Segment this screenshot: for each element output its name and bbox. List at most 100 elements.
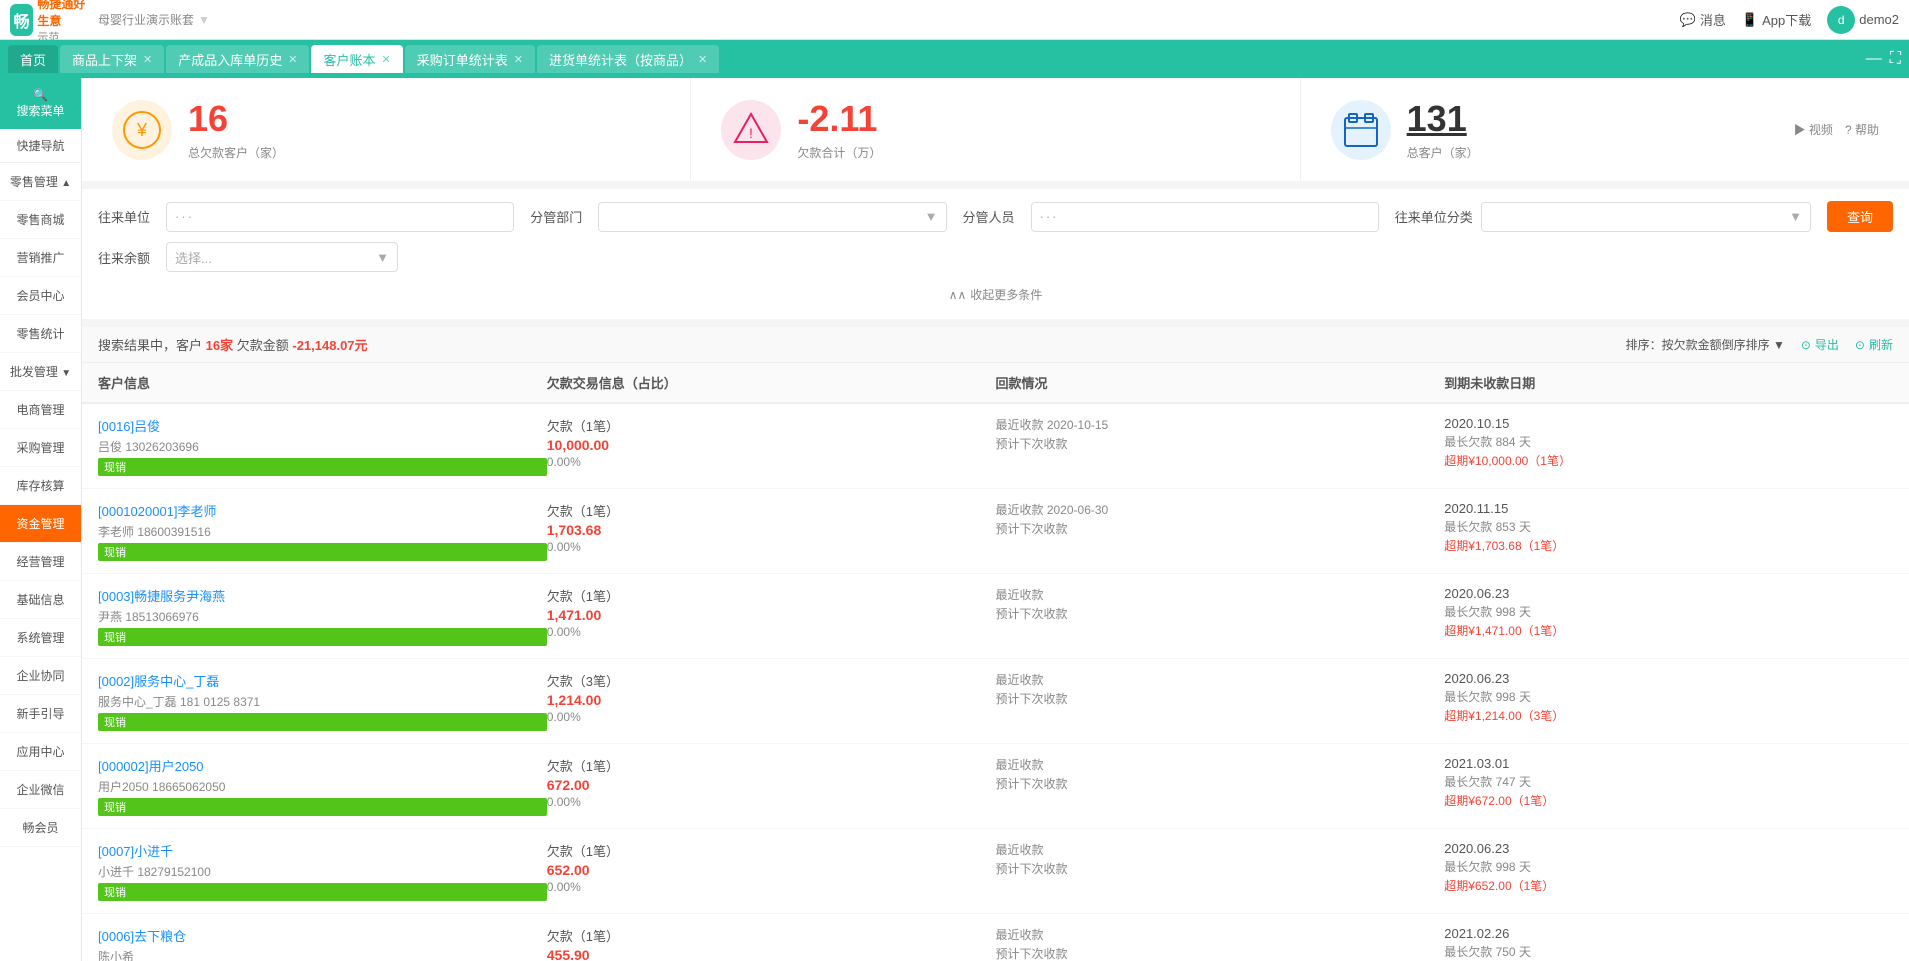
overdue-amount-link[interactable]: 超期¥1,703.68（1笔） [1444,537,1893,554]
sidebar-item-system[interactable]: 系统管理 [0,619,81,657]
close-icon[interactable]: ✕ [288,53,297,66]
user-menu[interactable]: d demo2 [1827,6,1899,34]
customer-name-link[interactable]: [0003]畅捷服务尹海燕 [98,586,547,605]
tab-product-offshelf[interactable]: 商品上下架 ✕ [60,45,164,73]
app-download-btn[interactable]: 📱 App下载 [1742,10,1811,29]
sidebar-item-retail-stats[interactable]: 零售统计 [0,315,81,353]
filter-row-2: 往来余额 选择... ▼ [98,242,398,272]
sidebar-item-enterprise-collab[interactable]: 企业协同 [0,657,81,695]
sidebar-item-basic-info[interactable]: 基础信息 [0,581,81,619]
results-bar: 搜索结果中，客户 16家 欠款金额 -21,148.07元 排序：按欠款金额倒序… [82,327,1909,363]
minimize-icon[interactable]: — [1866,50,1882,68]
due-date: 2021.02.26 [1444,926,1893,941]
sidebar-search-menu[interactable]: 🔍 搜索菜单 [0,78,81,129]
recovery-info: 最近收款 预计下次收款 [996,586,1445,622]
recovery-info: 最近收款 预计下次收款 [996,841,1445,877]
tab-purchase-order[interactable]: 采购订单统计表 ✕ [405,45,535,73]
close-icon[interactable]: ✕ [143,53,152,66]
stat-label-debt-total: 欠款合计（万） [797,144,881,161]
customer-name-link[interactable]: [0001020001]李老师 [98,501,547,520]
messages-btn[interactable]: 💬 消息 [1680,10,1726,29]
debt-info: 欠款（1笔） 652.00 0.00% [547,841,996,894]
filter-input-balance[interactable]: 选择... ▼ [166,242,398,272]
sidebar-quick-nav[interactable]: 快捷导航 [0,129,81,163]
maximize-icon[interactable]: ⛶ [1890,50,1901,68]
sidebar-item-ecommerce[interactable]: 电商管理 [0,391,81,429]
sidebar-item-marketing[interactable]: 营销推广 [0,239,81,277]
chevron-down-icon: ▼ [1789,209,1802,224]
sidebar-item-batch-mgmt[interactable]: 批发管理 ▼ [0,353,81,391]
search-button[interactable]: 查询 [1827,201,1893,232]
filter-item-manager: 分管人员 ··· [963,202,1379,232]
logo-text: 畅捷通好生意 [37,0,90,29]
overdue-amount-link[interactable]: 超期¥672.00（1笔） [1444,792,1893,809]
sidebar: 🔍 搜索菜单 快捷导航 零售管理 ▲ 零售商城 营销推广 会员中心 零售统计 [0,78,82,961]
filter-input-category[interactable]: ▼ [1481,202,1811,232]
export-button[interactable]: ⊙ 导出 [1801,336,1839,353]
debt-amount: 455.90 [547,947,996,961]
customer-name-link[interactable]: [0007]小进千 [98,841,547,860]
sidebar-item-vip-member[interactable]: 畅会员 [0,809,81,847]
customer-phone: 尹燕 18513066976 [98,608,547,625]
filter-label-dept: 分管部门 [530,207,590,226]
customer-name-link[interactable]: [000002]用户2050 [98,756,547,775]
sidebar-item-enterprise-wx[interactable]: 企业微信 [0,771,81,809]
tab-inbound-stats[interactable]: 进货单统计表（按商品） ✕ [537,45,719,73]
sidebar-item-operations[interactable]: 经营管理 [0,543,81,581]
customer-phone: 吕俊 13026203696 [98,438,547,455]
debt-count: 欠款（1笔） [547,586,996,605]
sidebar-item-app-center[interactable]: 应用中心 [0,733,81,771]
close-icon[interactable]: ✕ [514,53,523,66]
sidebar-item-finance[interactable]: 资金管理 [0,505,81,543]
filter-input-dept[interactable]: ▼ [598,202,946,232]
filter-item-balance: 往来余额 选择... ▼ [98,242,398,272]
stat-label-debt-customers: 总欠款客户（家） [188,144,284,161]
data-table: 客户信息 欠款交易信息（占比） 回款情况 到期未收款日期 [0016]吕俊 吕俊… [82,363,1909,961]
close-icon[interactable]: ✕ [698,53,707,66]
table-row: [0007]小进千 小进千 18279152100 现销 欠款（1笔） 652.… [82,829,1909,914]
view-video-btn[interactable]: ▶ 视频 [1794,121,1833,138]
recovery-next: 预计下次收款 [996,860,1445,877]
tab-actions: — ⛶ [1866,50,1901,68]
filter-label-counterpart: 往来单位 [98,207,158,226]
system-name: 母婴行业演示账套 [98,11,194,28]
overdue-amount-link[interactable]: 超期¥1,214.00（3笔） [1444,707,1893,724]
filter-label-category: 往来单位分类 [1395,207,1473,226]
sidebar-item-purchase[interactable]: 采购管理 [0,429,81,467]
stat-number-debt-total: -2.11 [797,98,881,140]
sidebar-item-inventory[interactable]: 库存核算 [0,467,81,505]
due-date: 2020.06.23 [1444,586,1893,601]
sidebar-item-retail-store[interactable]: 零售商城 [0,201,81,239]
tab-home[interactable]: 首页 [8,45,58,73]
filter-input-manager[interactable]: ··· [1031,202,1379,232]
help-btn[interactable]: ? 帮助 [1845,121,1879,138]
refresh-icon: ⊙ [1855,338,1865,352]
overdue-amount-link[interactable]: 超期¥10,000.00（1笔） [1444,452,1893,469]
sidebar-item-member[interactable]: 会员中心 [0,277,81,315]
stat-icon-customers: ¥ [112,100,172,160]
tab-prod-inbound[interactable]: 产成品入库单历史 ✕ [166,45,309,73]
recovery-date: 最近收款 [996,671,1445,688]
overdue-amount-link[interactable]: 超期¥1,471.00（1笔） [1444,622,1893,639]
top-right: 💬 消息 📱 App下载 d demo2 [1680,6,1899,34]
customer-tag: 现销 [98,798,547,816]
refresh-button[interactable]: ⊙ 刷新 [1855,336,1893,353]
due-info: 2020.06.23 最长欠款 998 天 超期¥1,214.00（3笔） [1444,671,1893,724]
due-days: 最长欠款 998 天 [1444,603,1893,620]
filter-item-dept: 分管部门 ▼ [530,202,946,232]
customer-name-link[interactable]: [0016]吕俊 [98,416,547,435]
sidebar-item-new-guide[interactable]: 新手引导 [0,695,81,733]
sidebar-item-retail-mgmt[interactable]: 零售管理 ▲ [0,163,81,201]
customer-tag: 现销 [98,628,547,646]
help-icon: ? [1845,123,1852,137]
filter-input-counterpart[interactable]: ··· [166,202,514,232]
tab-customer-account[interactable]: 客户账本 ✕ [311,45,402,73]
top-bar: 畅 畅捷通好生意 示范 母婴行业演示账套 ▼ 💬 消息 📱 App下载 d de… [0,0,1909,40]
sort-label[interactable]: 排序：按欠款金额倒序排序 ▼ [1626,336,1785,353]
customer-name-link[interactable]: [0006]去下粮仓 [98,926,547,945]
table-row: [0016]吕俊 吕俊 13026203696 现销 欠款（1笔） 10,000… [82,404,1909,489]
customer-name-link[interactable]: [0002]服务中心_丁磊 [98,671,547,690]
collapse-button[interactable]: ∧∧ 收起更多条件 [949,286,1043,303]
close-icon[interactable]: ✕ [382,53,391,66]
overdue-amount-link[interactable]: 超期¥652.00（1笔） [1444,877,1893,894]
